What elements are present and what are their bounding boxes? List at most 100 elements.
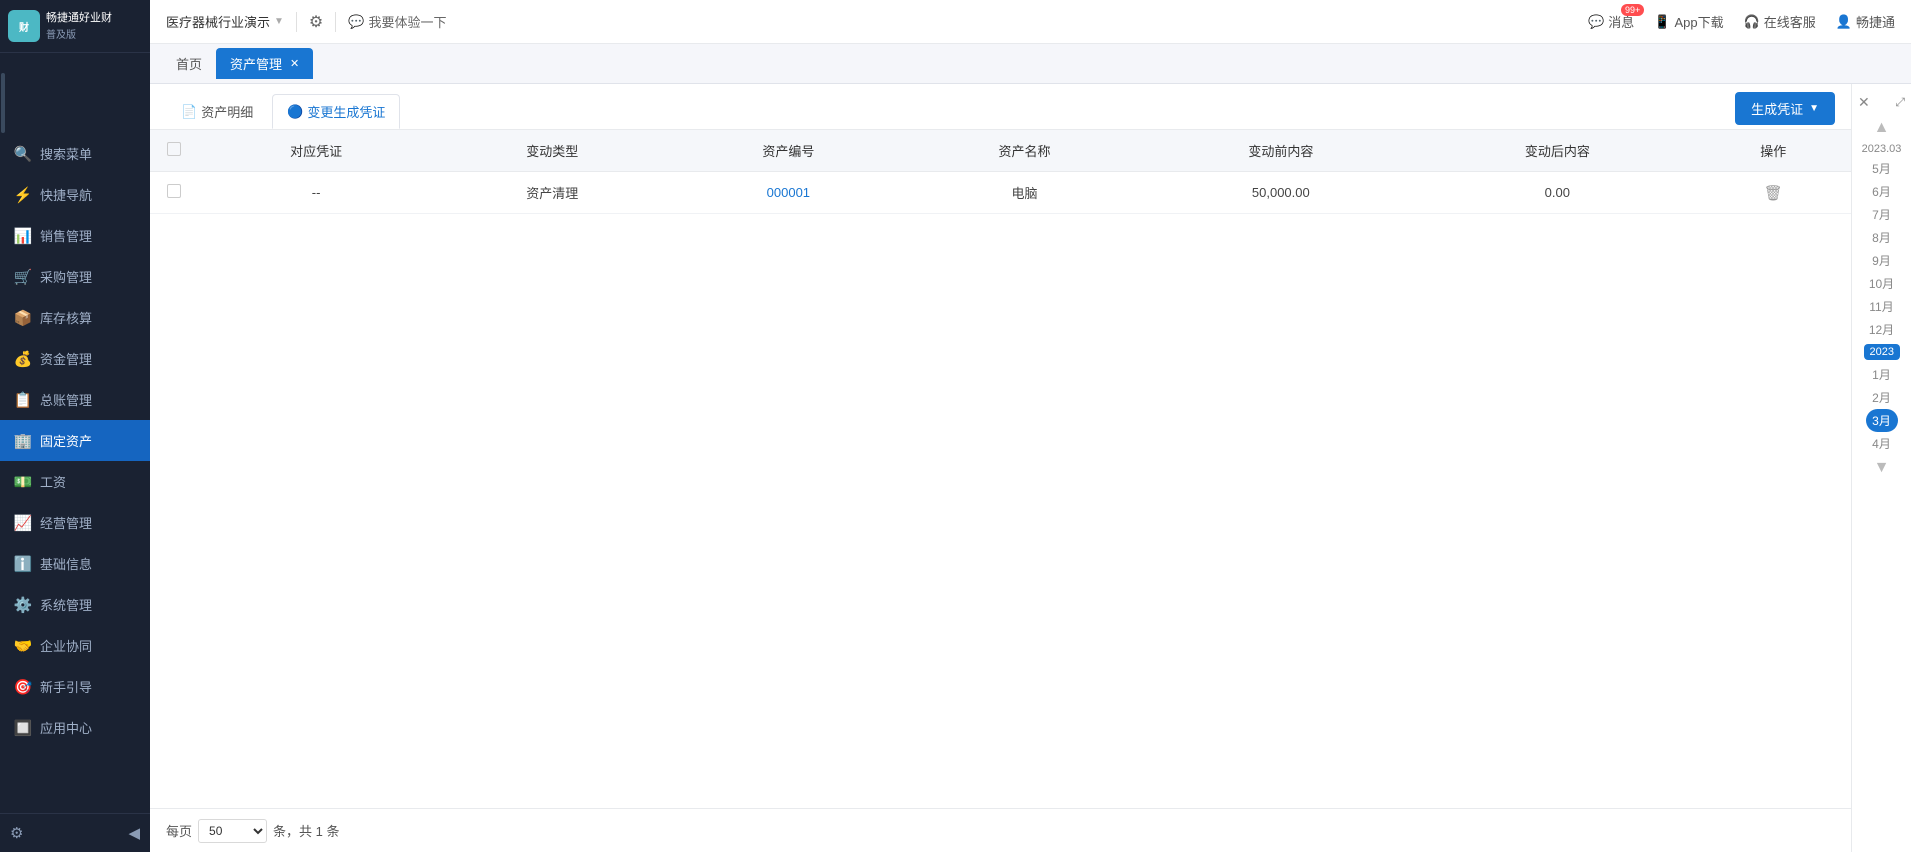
sidebar-item-system[interactable]: ⚙️ 系统管理 [0, 584, 150, 625]
column-voucher: 对应凭证 [198, 130, 434, 172]
app-download-button[interactable]: 📱 App下载 [1654, 12, 1723, 31]
sidebar-footer: ⚙ ◀ [0, 813, 150, 852]
logo-sub: 普及版 [46, 26, 112, 41]
sidebar-item-app-center[interactable]: 🔲 应用中心 [0, 707, 150, 748]
search-icon: 🔍 [14, 145, 32, 163]
content-area: 📄 资产明细 🔵 变更生成凭证 生成凭证 ▼ [150, 84, 1911, 852]
per-page-select[interactable]: 50 10 20 100 [198, 819, 267, 843]
timeline-month-7[interactable]: 7月 [1852, 203, 1911, 226]
topbar-divider2 [335, 12, 336, 32]
main-content: 医疗器械行业演示 ▼ ⚙ 💬 我要体验一下 💬 消息 99+ 📱 App下载 🎧… [150, 0, 1911, 852]
user-button[interactable]: 👤 畅捷通 [1836, 12, 1895, 31]
timeline-month-5[interactable]: 5月 [1852, 157, 1911, 180]
select-all-checkbox[interactable] [167, 142, 181, 156]
basic-info-icon: ℹ️ [14, 555, 32, 573]
operations-icon: 📈 [14, 514, 32, 532]
table-footer: 每页 50 10 20 100 条，共 1 条 [150, 808, 1851, 852]
asset-table: 对应凭证 变动类型 资产编号 资产名称 变动前内容 变动后内容 操作 [150, 130, 1851, 214]
row-operation: 🗑 [1696, 172, 1851, 214]
timeline-month-3[interactable]: 3月 [1866, 409, 1898, 432]
sidebar-item-guide[interactable]: 🎯 新手引导 [0, 666, 150, 707]
funds-icon: 💰 [14, 350, 32, 368]
payroll-icon: 💵 [14, 473, 32, 491]
quick-nav-icon: ⚡ [14, 186, 32, 204]
sidebar-item-fixed-assets[interactable]: 🏢 固定资产 [0, 420, 150, 461]
app-center-icon: 🔲 [14, 719, 32, 737]
per-page-label: 每页 [166, 821, 192, 840]
timeline-year-marker[interactable]: 2023 [1864, 344, 1900, 360]
nav-tabs: 首页 资产管理 ✕ [150, 44, 1911, 84]
table-row: -- 资产清理 000001 电脑 50,000.00 0.00 🗑 [150, 172, 1851, 214]
dropdown-chevron-icon: ▼ [1809, 103, 1819, 114]
experience-button[interactable]: 💬 我要体验一下 [348, 12, 446, 31]
row-asset-name: 电脑 [906, 172, 1142, 214]
content-main: 📄 资产明细 🔵 变更生成凭证 生成凭证 ▼ [150, 84, 1851, 852]
row-checkbox[interactable] [167, 184, 181, 198]
timeline: ▲ 2023.03 5月 6月 7月 8月 9月 10月 11月 12月 202… [1852, 115, 1911, 481]
messages-button[interactable]: 💬 消息 99+ [1588, 12, 1634, 31]
panel-expand-icon[interactable]: ⤢ [1895, 95, 1905, 110]
data-table-wrapper: 对应凭证 变动类型 资产编号 资产名称 变动前内容 变动后内容 操作 [150, 130, 1851, 808]
timeline-month-9[interactable]: 9月 [1852, 249, 1911, 272]
sidebar-item-funds[interactable]: 💰 资金管理 [0, 338, 150, 379]
sidebar-collapse-icon[interactable]: ◀ [128, 824, 140, 842]
tab-home[interactable]: 首页 [162, 48, 216, 79]
sidebar-item-quick-nav[interactable]: ⚡ 快捷导航 [0, 174, 150, 215]
timeline-month-6[interactable]: 6月 [1852, 180, 1911, 203]
customer-service-icon: 🎧 [1744, 14, 1760, 30]
timeline-month-12[interactable]: 12月 [1852, 318, 1911, 341]
sidebar-item-payroll[interactable]: 💵 工资 [0, 461, 150, 502]
row-before-change: 50,000.00 [1143, 172, 1420, 214]
sidebar-item-basic-info[interactable]: ℹ️ 基础信息 [0, 543, 150, 584]
table-header-row: 对应凭证 变动类型 资产编号 资产名称 变动前内容 变动后内容 操作 [150, 130, 1851, 172]
company-selector[interactable]: 医疗器械行业演示 ▼ [166, 12, 284, 31]
sidebar-item-enterprise[interactable]: 🤝 企业协同 [0, 625, 150, 666]
row-asset-code: 000001 [670, 172, 906, 214]
asset-details-icon: 📄 [181, 104, 197, 120]
sidebar-item-operations[interactable]: 📈 经营管理 [0, 502, 150, 543]
sub-tab-asset-details[interactable]: 📄 资产明细 [166, 94, 268, 129]
generate-voucher-button[interactable]: 生成凭证 ▼ [1735, 92, 1835, 125]
sidebar-item-sales[interactable]: 📊 销售管理 [0, 215, 150, 256]
timeline-up-icon[interactable]: ▲ [1870, 115, 1894, 141]
row-voucher: -- [198, 172, 434, 214]
timeline-month-4[interactable]: 4月 [1852, 432, 1911, 455]
system-icon: ⚙️ [14, 596, 32, 614]
panel-close-icon[interactable]: ✕ [1858, 94, 1870, 111]
delete-icon[interactable]: 🗑 [1764, 185, 1783, 202]
customer-service-button[interactable]: 🎧 在线客服 [1744, 12, 1816, 31]
sidebar-settings-icon[interactable]: ⚙ [10, 824, 23, 842]
row-after-change: 0.00 [1419, 172, 1696, 214]
sidebar-item-purchase[interactable]: 🛒 采购管理 [0, 256, 150, 297]
timeline-month-1[interactable]: 1月 [1852, 363, 1911, 386]
guide-icon: 🎯 [14, 678, 32, 696]
column-after-change: 变动后内容 [1419, 130, 1696, 172]
messages-icon: 💬 [1588, 14, 1604, 30]
tab-asset-management[interactable]: 资产管理 ✕ [216, 48, 313, 79]
timeline-year-label: 2023.03 [1862, 141, 1902, 157]
column-checkbox [150, 130, 198, 172]
tab-close-icon[interactable]: ✕ [290, 57, 299, 70]
column-asset-code: 资产编号 [670, 130, 906, 172]
sub-tab-change-voucher[interactable]: 🔵 变更生成凭证 [272, 94, 400, 129]
logo-icon: 财 [8, 10, 40, 42]
timeline-month-10[interactable]: 10月 [1852, 272, 1911, 295]
sidebar-item-inventory[interactable]: 📦 库存核算 [0, 297, 150, 338]
timeline-month-8[interactable]: 8月 [1852, 226, 1911, 249]
row-checkbox-cell [150, 172, 198, 214]
right-panel-header: ✕ ⤢ [1852, 90, 1911, 115]
timeline-month-11[interactable]: 11月 [1852, 295, 1911, 318]
topbar-settings-icon[interactable]: ⚙ [309, 12, 323, 32]
messages-badge: 99+ [1621, 4, 1644, 16]
enterprise-icon: 🤝 [14, 637, 32, 655]
logo-text: 畅捷通好业财 [46, 11, 112, 25]
topbar-divider [296, 12, 297, 32]
fixed-assets-icon: 🏢 [14, 432, 32, 450]
sales-icon: 📊 [14, 227, 32, 245]
sub-tabs: 📄 资产明细 🔵 变更生成凭证 生成凭证 ▼ [150, 84, 1851, 130]
timeline-down-icon[interactable]: ▼ [1870, 455, 1894, 481]
experience-icon: 💬 [348, 14, 364, 30]
sidebar-item-ledger[interactable]: 📋 总账管理 [0, 379, 150, 420]
timeline-month-2[interactable]: 2月 [1852, 386, 1911, 409]
sidebar-item-search[interactable]: 🔍 搜索菜单 [0, 133, 150, 174]
